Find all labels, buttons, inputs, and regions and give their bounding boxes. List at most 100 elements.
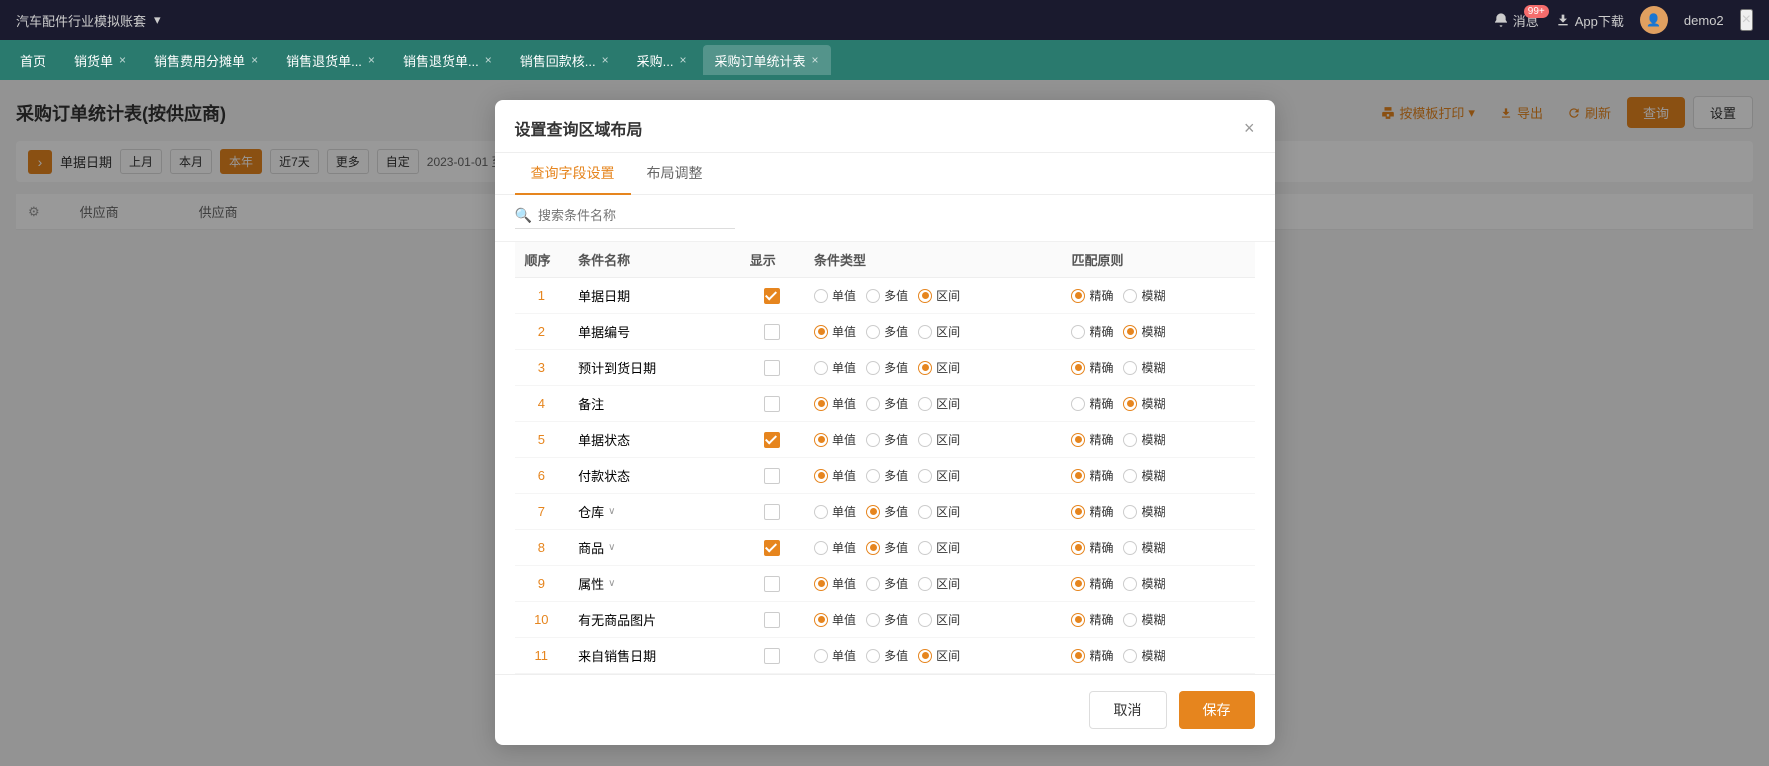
match-option-精确-1[interactable]: 精确: [1071, 323, 1113, 340]
row-show-6[interactable]: [740, 494, 804, 530]
type-option-区间-4[interactable]: 区间: [918, 431, 960, 448]
row-show-4[interactable]: [740, 422, 804, 458]
match-option-精确-3[interactable]: 精确: [1071, 395, 1113, 412]
match-option-模糊-6[interactable]: 模糊: [1123, 503, 1165, 520]
checkbox-show-6[interactable]: [764, 504, 780, 520]
type-option-多值-0[interactable]: 多值: [866, 287, 908, 304]
type-option-区间-2[interactable]: 区间: [918, 359, 960, 376]
type-option-区间-9[interactable]: 区间: [918, 611, 960, 628]
match-option-精确-0[interactable]: 精确: [1071, 287, 1113, 304]
type-option-单值-0[interactable]: 单值: [814, 287, 856, 304]
type-option-区间-3[interactable]: 区间: [918, 395, 960, 412]
type-option-区间-6[interactable]: 区间: [918, 503, 960, 520]
tab-sales-payment[interactable]: 销售回款核... ×: [508, 45, 621, 75]
type-option-区间-10[interactable]: 区间: [918, 647, 960, 664]
row-show-9[interactable]: [740, 602, 804, 638]
match-option-模糊-0[interactable]: 模糊: [1123, 287, 1165, 304]
match-option-精确-7[interactable]: 精确: [1071, 539, 1113, 556]
type-option-单值-3[interactable]: 单值: [814, 395, 856, 412]
tab-sales-return2[interactable]: 销售退货单... ×: [391, 45, 504, 75]
type-option-单值-2[interactable]: 单值: [814, 359, 856, 376]
tab-sales-order-close[interactable]: ×: [119, 53, 126, 67]
checkbox-show-9[interactable]: [764, 612, 780, 628]
tab-sales-order[interactable]: 销货单 ×: [62, 45, 138, 75]
match-option-模糊-9[interactable]: 模糊: [1123, 611, 1165, 628]
top-close-button[interactable]: ×: [1740, 9, 1753, 31]
type-option-多值-2[interactable]: 多值: [866, 359, 908, 376]
match-option-模糊-5[interactable]: 模糊: [1123, 467, 1165, 484]
checkbox-show-3[interactable]: [764, 396, 780, 412]
type-option-单值-6[interactable]: 单值: [814, 503, 856, 520]
match-option-精确-2[interactable]: 精确: [1071, 359, 1113, 376]
condition-search-input[interactable]: [538, 208, 718, 223]
checkbox-show-7[interactable]: [764, 540, 780, 556]
type-option-单值-7[interactable]: 单值: [814, 539, 856, 556]
type-option-单值-10[interactable]: 单值: [814, 647, 856, 664]
type-option-单值-4[interactable]: 单值: [814, 431, 856, 448]
dialog-tab-fields[interactable]: 查询字段设置: [515, 153, 631, 195]
type-option-区间-5[interactable]: 区间: [918, 467, 960, 484]
match-option-模糊-1[interactable]: 模糊: [1123, 323, 1165, 340]
type-option-单值-5[interactable]: 单值: [814, 467, 856, 484]
type-option-多值-9[interactable]: 多值: [866, 611, 908, 628]
checkbox-show-0[interactable]: [764, 288, 780, 304]
tab-purchase[interactable]: 采购... ×: [625, 45, 699, 75]
user-avatar[interactable]: 👤: [1640, 6, 1668, 34]
app-title-dropdown[interactable]: ▾: [154, 12, 161, 28]
checkbox-show-1[interactable]: [764, 324, 780, 340]
save-button[interactable]: 保存: [1179, 691, 1255, 729]
match-option-精确-6[interactable]: 精确: [1071, 503, 1113, 520]
type-option-多值-4[interactable]: 多值: [866, 431, 908, 448]
dialog-tab-layout[interactable]: 布局调整: [631, 153, 719, 195]
tab-sales-expense[interactable]: 销售费用分摊单 ×: [142, 45, 270, 75]
type-option-多值-8[interactable]: 多值: [866, 575, 908, 592]
match-option-模糊-2[interactable]: 模糊: [1123, 359, 1165, 376]
app-download-button[interactable]: App下载: [1555, 11, 1624, 30]
checkbox-show-4[interactable]: [764, 432, 780, 448]
checkbox-show-5[interactable]: [764, 468, 780, 484]
row-show-2[interactable]: [740, 350, 804, 386]
row-show-5[interactable]: [740, 458, 804, 494]
match-option-模糊-7[interactable]: 模糊: [1123, 539, 1165, 556]
row-show-3[interactable]: [740, 386, 804, 422]
type-option-多值-7[interactable]: 多值: [866, 539, 908, 556]
tab-sales-payment-close[interactable]: ×: [602, 53, 609, 67]
tab-purchase-close[interactable]: ×: [680, 53, 687, 67]
type-option-多值-6[interactable]: 多值: [866, 503, 908, 520]
match-option-精确-10[interactable]: 精确: [1071, 647, 1113, 664]
tab-sales-return1-close[interactable]: ×: [368, 53, 375, 67]
type-option-区间-0[interactable]: 区间: [918, 287, 960, 304]
dialog-close-button[interactable]: ×: [1244, 118, 1255, 139]
tab-sales-expense-close[interactable]: ×: [251, 53, 258, 67]
type-option-单值-1[interactable]: 单值: [814, 323, 856, 340]
cancel-button[interactable]: 取消: [1089, 691, 1167, 729]
tab-purchase-stats-close[interactable]: ×: [812, 53, 819, 67]
type-option-多值-3[interactable]: 多值: [866, 395, 908, 412]
row-show-0[interactable]: [740, 278, 804, 314]
match-option-模糊-10[interactable]: 模糊: [1123, 647, 1165, 664]
type-option-单值-8[interactable]: 单值: [814, 575, 856, 592]
type-option-多值-5[interactable]: 多值: [866, 467, 908, 484]
type-option-多值-1[interactable]: 多值: [866, 323, 908, 340]
row-show-7[interactable]: [740, 530, 804, 566]
row-show-10[interactable]: [740, 638, 804, 674]
tab-sales-return2-close[interactable]: ×: [485, 53, 492, 67]
type-option-多值-10[interactable]: 多值: [866, 647, 908, 664]
match-option-模糊-4[interactable]: 模糊: [1123, 431, 1165, 448]
checkbox-show-10[interactable]: [764, 648, 780, 664]
checkbox-show-8[interactable]: [764, 576, 780, 592]
match-option-精确-9[interactable]: 精确: [1071, 611, 1113, 628]
match-option-精确-8[interactable]: 精确: [1071, 575, 1113, 592]
tab-purchase-stats[interactable]: 采购订单统计表 ×: [703, 45, 831, 75]
tab-sales-return1[interactable]: 销售退货单... ×: [274, 45, 387, 75]
match-option-精确-5[interactable]: 精确: [1071, 467, 1113, 484]
type-option-区间-8[interactable]: 区间: [918, 575, 960, 592]
type-option-单值-9[interactable]: 单值: [814, 611, 856, 628]
match-option-精确-4[interactable]: 精确: [1071, 431, 1113, 448]
type-option-区间-7[interactable]: 区间: [918, 539, 960, 556]
row-show-1[interactable]: [740, 314, 804, 350]
row-show-8[interactable]: [740, 566, 804, 602]
tab-home[interactable]: 首页: [8, 45, 58, 75]
type-option-区间-1[interactable]: 区间: [918, 323, 960, 340]
checkbox-show-2[interactable]: [764, 360, 780, 376]
